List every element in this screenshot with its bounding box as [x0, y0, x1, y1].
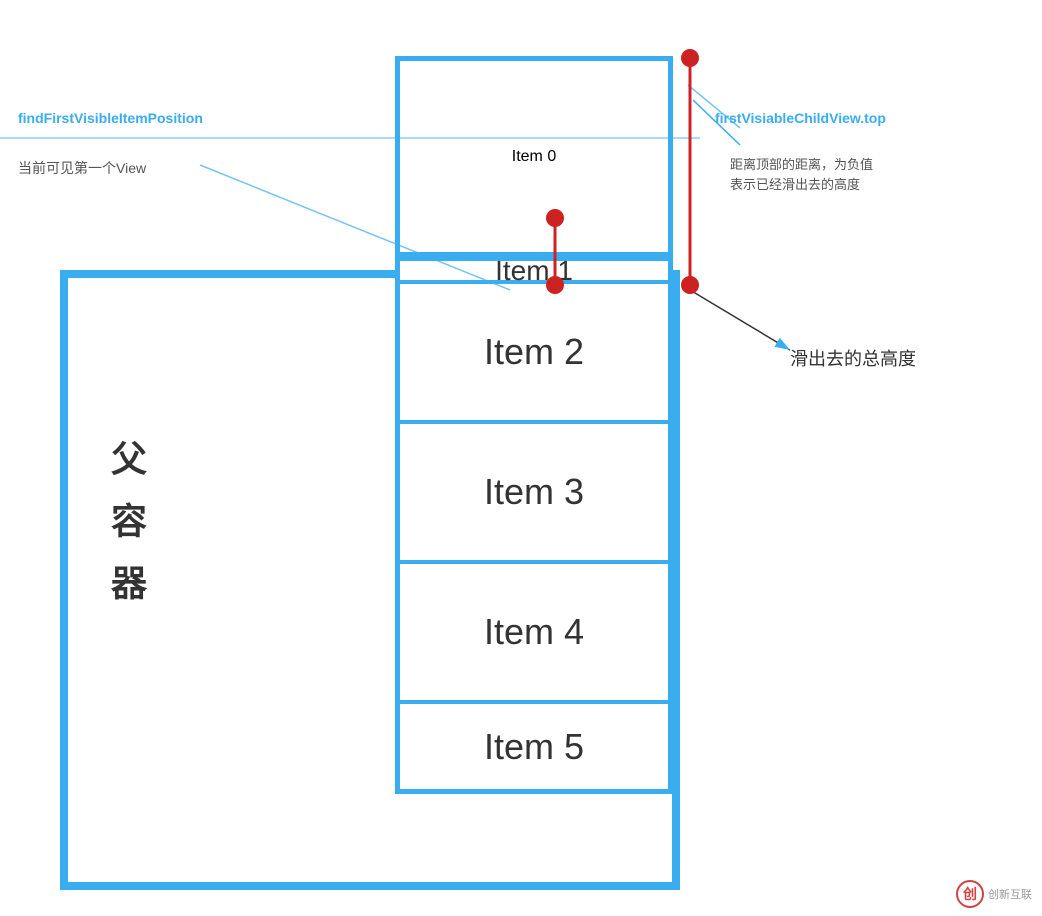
parent-container-label: 父 容 器 — [100, 440, 152, 608]
item-5-label: Item 5 — [484, 726, 584, 768]
item-3-label: Item 3 — [484, 471, 584, 513]
item-3: Item 3 — [395, 424, 673, 564]
item-5: Item 5 — [395, 704, 673, 794]
watermark: 创 创新互联 — [956, 880, 1032, 908]
red-dot-item1-right — [681, 276, 699, 294]
item-2-label: Item 2 — [484, 331, 584, 373]
total-height-label: 滑出去的总高度 — [790, 345, 916, 371]
item-0-container: Item 0 — [395, 56, 673, 256]
watermark-icon: 创 — [956, 880, 984, 908]
item-4-label: Item 4 — [484, 611, 584, 653]
red-dot-item1-upper — [546, 209, 564, 227]
item-4: Item 4 — [395, 564, 673, 704]
red-dot-item1-lower — [546, 276, 564, 294]
find-first-visible-label: findFirstVisibleItemPosition — [18, 110, 203, 126]
current-visible-label: 当前可见第一个View — [18, 158, 146, 178]
item-1: Item 1 — [395, 256, 673, 284]
distance-top-label: 距离顶部的距离，为负值 表示已经滑出去的高度 — [730, 155, 873, 194]
item-2: Item 2 — [395, 284, 673, 424]
first-visible-top-label: firstVisiableChildView.top — [715, 110, 886, 126]
watermark-text: 创新互联 — [988, 886, 1032, 902]
item-0-label: Item 0 — [512, 148, 556, 166]
red-dot-top — [681, 49, 699, 67]
